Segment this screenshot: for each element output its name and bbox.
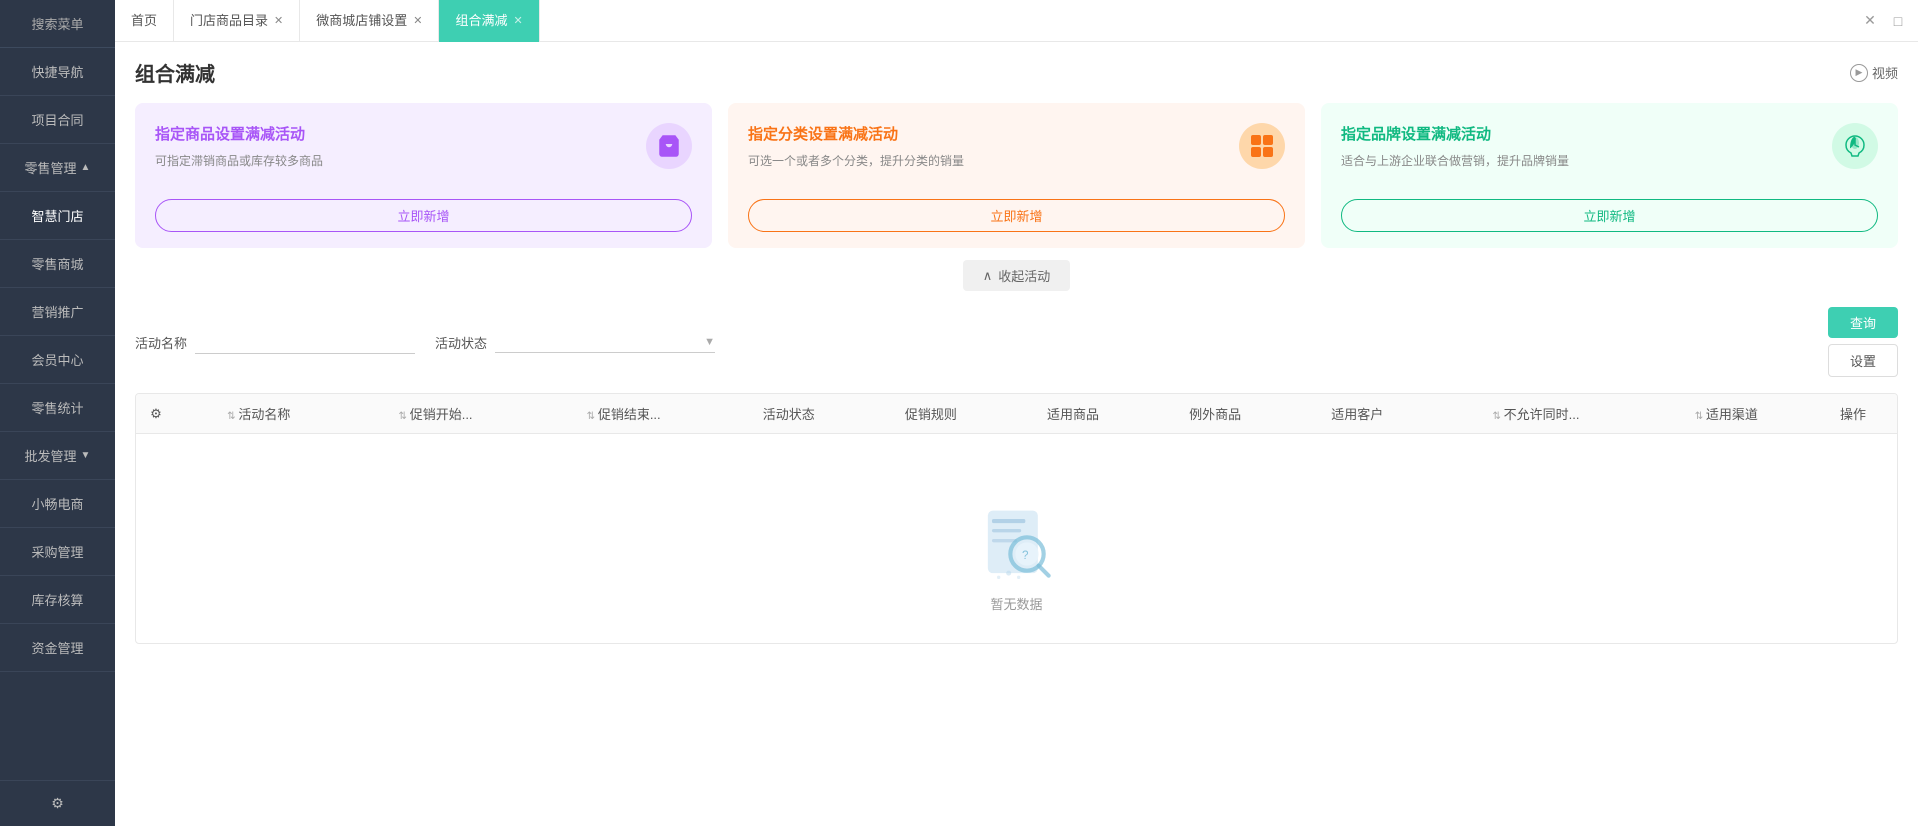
data-table-container: ⚙ 活动名称 促销开始... 促销结束... 活动状态 促销规则 适用商品 例外… — [135, 393, 1898, 644]
window-maximize-button[interactable]: □ — [1888, 11, 1908, 31]
table-empty-cell: ? 暂无数据 — [136, 434, 1897, 644]
tab-home[interactable]: 首页 — [115, 0, 174, 42]
empty-text: 暂无数据 — [990, 594, 1042, 613]
tab-store-catalog[interactable]: 门店商品目录 ✕ — [174, 0, 300, 42]
activity-status-select[interactable]: ▼ — [495, 332, 715, 353]
play-icon: ▶ — [1850, 64, 1868, 82]
category-icon — [1239, 123, 1285, 169]
tab-close-store-catalog[interactable]: ✕ — [274, 0, 283, 42]
collapse-activities-button[interactable]: ∧ 收起活动 — [963, 260, 1071, 291]
sidebar-item-finance[interactable]: 资金管理 — [0, 624, 115, 672]
sidebar-item-member-center[interactable]: 会员中心 — [0, 336, 115, 384]
window-controls: ✕ □ — [1860, 11, 1918, 31]
table-settings-button[interactable]: 设置 — [1828, 344, 1898, 377]
product-card-desc: 可指定滞销商品或库存较多商品 — [155, 152, 692, 187]
filter-row: 活动名称 活动状态 ▼ 查询 设置 — [135, 307, 1898, 377]
empty-state: ? 暂无数据 — [156, 494, 1877, 613]
tab-close-combo-discount[interactable]: ✕ — [514, 0, 523, 42]
brand-card-add-button[interactable]: 立即新增 — [1341, 199, 1878, 232]
svg-text:?: ? — [1022, 549, 1029, 562]
sidebar-item-retail-mall[interactable]: 零售商城 — [0, 240, 115, 288]
th-promo-end[interactable]: 促销结束... — [530, 394, 718, 434]
th-applicable-channel[interactable]: 适用渠道 — [1644, 394, 1809, 434]
sidebar-item-inventory[interactable]: 库存核算 — [0, 576, 115, 624]
tab-wechat-store[interactable]: 微商城店铺设置 ✕ — [300, 0, 439, 42]
video-link[interactable]: ▶ 视频 — [1850, 63, 1898, 82]
th-activity-name[interactable]: 活动名称 — [176, 394, 341, 434]
sidebar-item-smart-store[interactable]: 智慧门店 — [0, 192, 115, 240]
main-area: 首页 门店商品目录 ✕ 微商城店铺设置 ✕ 组合满减 ✕ ✕ □ 组合满减 ▶ … — [115, 0, 1918, 826]
page-content: 组合满减 ▶ 视频 指定商品设置满减活动 可指定滞销商品或库存较 — [115, 42, 1918, 826]
sidebar-search[interactable]: 搜索菜单 — [0, 0, 115, 48]
chevron-up-icon: ∧ — [983, 268, 993, 284]
th-settings[interactable]: ⚙ — [136, 394, 176, 434]
th-applicable-goods: 适用商品 — [1002, 394, 1144, 434]
gear-icon: ⚙ — [150, 406, 162, 421]
product-icon — [646, 123, 692, 169]
product-card-title: 指定商品设置满减活动 — [155, 123, 692, 144]
data-table: ⚙ 活动名称 促销开始... 促销结束... 活动状态 促销规则 适用商品 例外… — [136, 394, 1897, 643]
th-exception-goods: 例外商品 — [1144, 394, 1286, 434]
category-card-desc: 可选一个或者多个分类，提升分类的销量 — [748, 152, 1285, 187]
category-promo-card: 指定分类设置满减活动 可选一个或者多个分类，提升分类的销量 立即新增 — [728, 103, 1305, 248]
page-title: 组合满减 — [135, 58, 215, 87]
page-header: 组合满减 ▶ 视频 — [135, 58, 1898, 87]
activity-status-label: 活动状态 — [435, 333, 487, 352]
promo-cards-row: 指定商品设置满减活动 可指定滞销商品或库存较多商品 立即新增 指定分类设置满减活… — [135, 103, 1898, 248]
sidebar-item-retail-stats[interactable]: 零售统计 — [0, 384, 115, 432]
table-empty-row: ? 暂无数据 — [136, 434, 1897, 644]
tabs-bar: 首页 门店商品目录 ✕ 微商城店铺设置 ✕ 组合满减 ✕ ✕ □ — [115, 0, 1918, 42]
brand-promo-card: 指定品牌设置满减活动 适合与上游企业联合做营销，提升品牌销量 立即新增 — [1321, 103, 1898, 248]
query-button[interactable]: 查询 — [1828, 307, 1898, 338]
category-card-add-button[interactable]: 立即新增 — [748, 199, 1285, 232]
tab-close-wechat-store[interactable]: ✕ — [413, 0, 422, 42]
activity-name-filter: 活动名称 — [135, 330, 415, 354]
brand-icon — [1832, 123, 1878, 169]
sidebar-item-project-contract[interactable]: 项目合同 — [0, 96, 115, 144]
brand-card-title: 指定品牌设置满减活动 — [1341, 123, 1878, 144]
th-promo-rule: 促销规则 — [860, 394, 1002, 434]
sidebar: 搜索菜单 快捷导航 项目合同 零售管理 ▲ 智慧门店 零售商城 营销推广 会员中… — [0, 0, 115, 826]
sidebar-item-marketing[interactable]: 营销推广 — [0, 288, 115, 336]
brand-card-desc: 适合与上游企业联合做营销，提升品牌销量 — [1341, 152, 1878, 187]
settings-icon[interactable]: ⚙ — [0, 780, 115, 826]
collapse-bar: ∧ 收起活动 — [135, 260, 1898, 291]
th-operation: 操作 — [1809, 394, 1897, 434]
category-card-title: 指定分类设置满减活动 — [748, 123, 1285, 144]
filter-actions: 查询 设置 — [1828, 307, 1898, 377]
sidebar-item-quick-nav[interactable]: 快捷导航 — [0, 48, 115, 96]
empty-illustration: ? — [967, 494, 1067, 594]
chevron-up-icon: ▲ — [81, 162, 91, 173]
window-close-button[interactable]: ✕ — [1860, 11, 1880, 31]
sidebar-item-purchase-mgmt[interactable]: 采购管理 — [0, 528, 115, 576]
activity-name-input[interactable] — [195, 330, 415, 354]
activity-name-label: 活动名称 — [135, 333, 187, 352]
chevron-down-icon: ▼ — [704, 336, 715, 348]
tab-combo-discount[interactable]: 组合满减 ✕ — [439, 0, 539, 42]
th-applicable-customer: 适用客户 — [1286, 394, 1428, 434]
product-promo-card: 指定商品设置满减活动 可指定滞销商品或库存较多商品 立即新增 — [135, 103, 712, 248]
th-activity-status: 活动状态 — [718, 394, 860, 434]
sidebar-item-xiaochangec[interactable]: 小畅电商 — [0, 480, 115, 528]
sidebar-item-retail-mgmt[interactable]: 零售管理 ▲ — [0, 144, 115, 192]
table-header-row: ⚙ 活动名称 促销开始... 促销结束... 活动状态 促销规则 适用商品 例外… — [136, 394, 1897, 434]
chevron-down-icon: ▼ — [81, 450, 91, 461]
th-promo-start[interactable]: 促销开始... — [341, 394, 529, 434]
product-card-add-button[interactable]: 立即新增 — [155, 199, 692, 232]
sidebar-item-wholesale-mgmt[interactable]: 批发管理 ▼ — [0, 432, 115, 480]
th-no-concurrent[interactable]: 不允许同时... — [1428, 394, 1643, 434]
activity-status-filter: 活动状态 ▼ — [435, 332, 715, 353]
